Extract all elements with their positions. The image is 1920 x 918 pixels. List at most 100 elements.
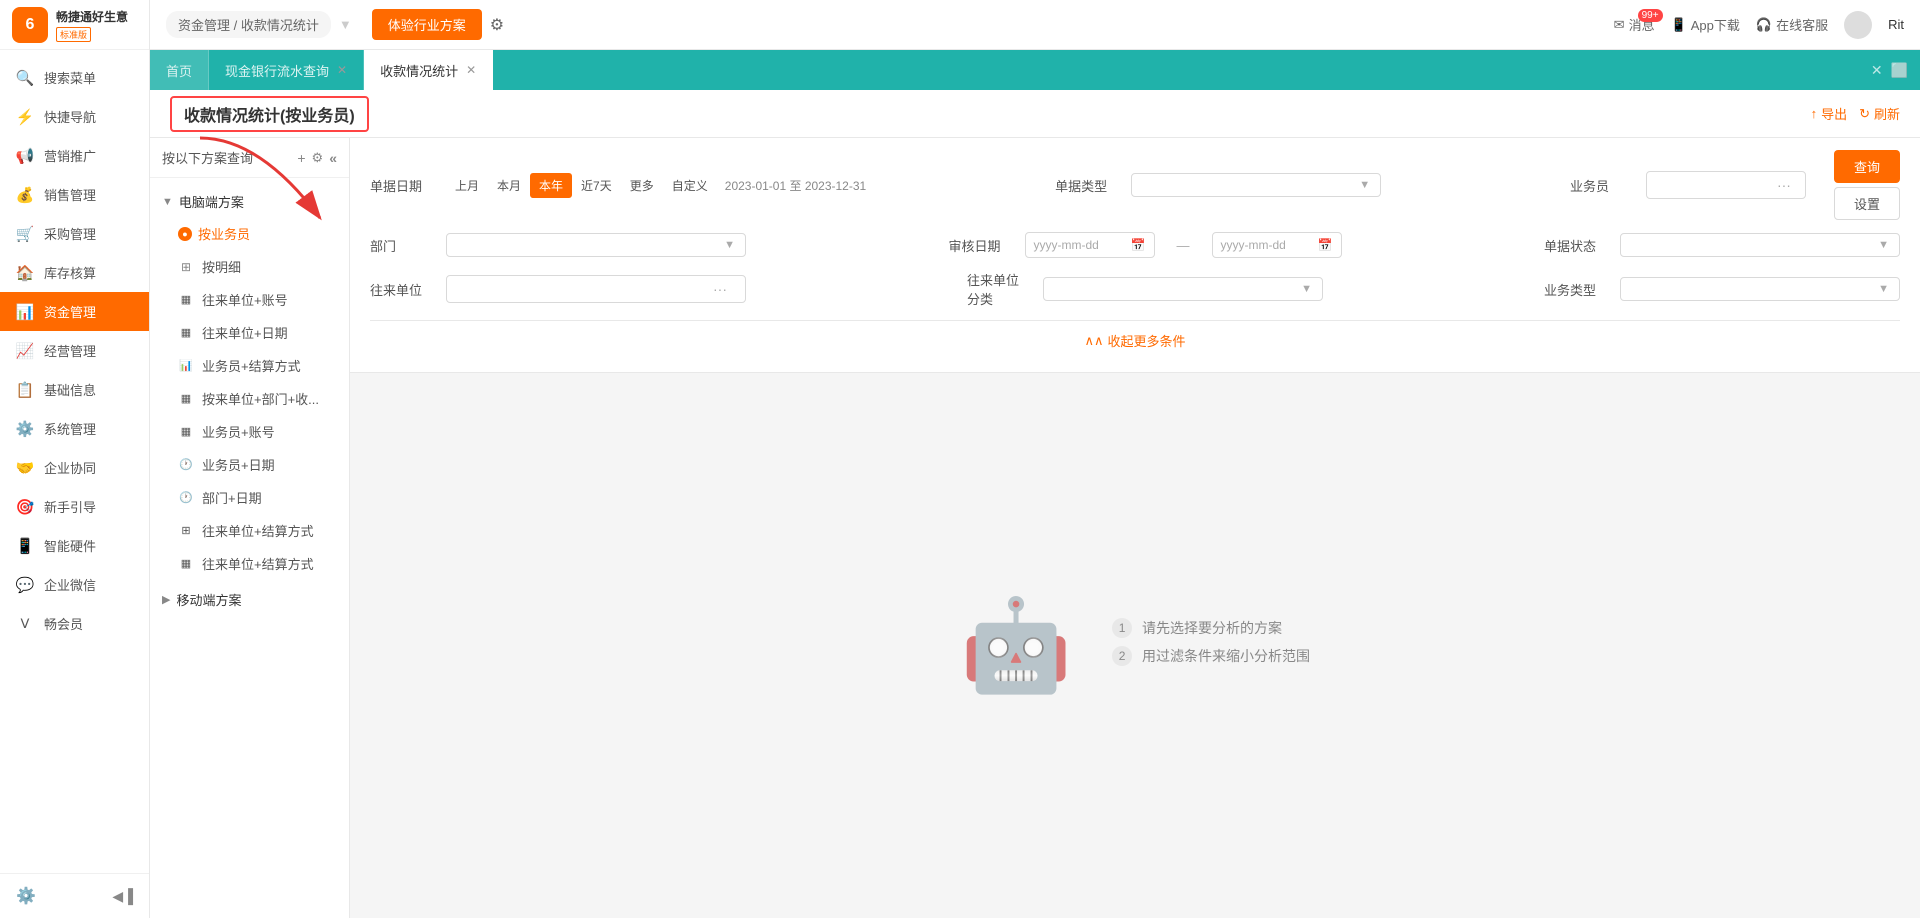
sidebar-label-finance: 资金管理 xyxy=(44,302,96,321)
sidebar-item-operation[interactable]: 📈 经营管理 xyxy=(0,331,149,370)
tree-item-salesperson-account[interactable]: ▦ 业务员+账号 xyxy=(150,415,349,448)
sidebar-item-inventory[interactable]: 🏠 库存核算 xyxy=(0,253,149,292)
guide-icon: 🎯 xyxy=(16,498,34,516)
tree-item-dd-label: 部门+日期 xyxy=(202,488,262,507)
refresh-button[interactable]: ↻ 刷新 xyxy=(1859,104,1900,123)
refresh-label: 刷新 xyxy=(1874,104,1900,123)
tree-item-counterpart-date[interactable]: ▦ 往来单位+日期 xyxy=(150,316,349,349)
empty-step-1: 1 请先选择要分析的方案 xyxy=(1112,618,1310,638)
sidebar: 6 畅捷通好生意 标准版 🔍 搜索菜单 ⚡ 快捷导航 📢 营销推广 💰 销售管理… xyxy=(0,0,150,918)
date-tab-prev-month[interactable]: 上月 xyxy=(446,173,488,198)
sidebar-label-purchase: 采购管理 xyxy=(44,224,96,243)
tree-item-salesperson-date[interactable]: 🕐 业务员+日期 xyxy=(150,448,349,481)
dept-select[interactable]: ▼ xyxy=(446,233,746,257)
app-download-button[interactable]: 📱 App下载 xyxy=(1671,15,1740,34)
tree-item-ca-label: 往来单位+账号 xyxy=(202,290,288,309)
message-button[interactable]: ✉ 消息 99+ xyxy=(1614,15,1655,34)
tree-item-sac-label: 业务员+账号 xyxy=(202,422,275,441)
tree-item-detail-label: 按明细 xyxy=(202,257,241,276)
right-panel: 单据日期 上月 本月 本年 近7天 更多 自定义 2023-01-01 至 20… xyxy=(350,138,1920,918)
user-avatar[interactable] xyxy=(1844,11,1872,39)
tree-item-salesperson-settle[interactable]: 📊 业务员+结算方式 xyxy=(150,349,349,382)
content-wrapper: 按以下方案查询 + ⚙ « ▼ 电脑端方案 ● 按业务员 ⊞ 按明细 xyxy=(150,138,1920,918)
tab-collection[interactable]: 收款情况统计 ✕ xyxy=(364,50,493,90)
filter-row-1: 单据日期 上月 本月 本年 近7天 更多 自定义 2023-01-01 至 20… xyxy=(370,150,1900,220)
tree-item-dept-date[interactable]: 🕐 部门+日期 xyxy=(150,481,349,514)
tree-item-counter-dept[interactable]: ▦ 按来单位+部门+收... xyxy=(150,382,349,415)
sidebar-item-marketing[interactable]: 📢 营销推广 xyxy=(0,136,149,175)
collapse-bar[interactable]: ∧∧ 收起更多条件 xyxy=(370,320,1900,360)
tree-item-counter-settle1[interactable]: ⊞ 往来单位+结算方式 xyxy=(150,514,349,547)
tree-item-counter-settle2[interactable]: ▦ 往来单位+结算方式 xyxy=(150,547,349,580)
sidebar-nav: 🔍 搜索菜单 ⚡ 快捷导航 📢 营销推广 💰 销售管理 🛒 采购管理 🏠 库存核… xyxy=(0,50,149,873)
date-tab-this-year[interactable]: 本年 xyxy=(530,173,572,198)
sidebar-footer: ⚙️ ◀▐ xyxy=(0,873,149,918)
export-icon: ↑ xyxy=(1811,106,1818,121)
collapse-icon: ∧∧ xyxy=(1084,333,1103,349)
tab-bank[interactable]: 现金银行流水查询 ✕ xyxy=(209,50,364,90)
tab-collection-close-icon[interactable]: ✕ xyxy=(466,63,476,77)
page-title: 收款情况统计(按业务员) xyxy=(170,96,369,132)
settings-button[interactable]: 设置 xyxy=(1834,187,1900,220)
counterpart-select[interactable]: ··· xyxy=(446,275,746,303)
scheme-settings-icon[interactable]: ⚙ xyxy=(312,150,324,166)
export-button[interactable]: ↑ 导出 xyxy=(1811,104,1848,123)
window-controls: ✕ ⬜ xyxy=(1859,62,1920,79)
date-tab-custom[interactable]: 自定义 xyxy=(663,173,717,198)
tree-group-mobile[interactable]: ▶ 移动端方案 xyxy=(150,584,349,615)
window-maximize-icon[interactable]: ⬜ xyxy=(1891,62,1908,79)
add-scheme-button[interactable]: + xyxy=(297,150,305,166)
sidebar-item-system[interactable]: ⚙️ 系统管理 xyxy=(0,409,149,448)
online-service-button[interactable]: 🎧 在线客服 xyxy=(1756,15,1828,34)
quicknav-icon: ⚡ xyxy=(16,108,34,126)
date-range-text: 2023-01-01 至 2023-12-31 xyxy=(725,177,866,194)
business-type-select[interactable]: ▼ xyxy=(1620,277,1900,301)
sidebar-item-wechat[interactable]: 💬 企业微信 xyxy=(0,565,149,604)
sidebar-item-purchase[interactable]: 🛒 采购管理 xyxy=(0,214,149,253)
query-button[interactable]: 查询 xyxy=(1834,150,1900,183)
tree-item-by-detail[interactable]: ⊞ 按明细 xyxy=(150,250,349,283)
tab-home[interactable]: 首页 xyxy=(150,50,209,90)
left-panel: 按以下方案查询 + ⚙ « ▼ 电脑端方案 ● 按业务员 ⊞ 按明细 xyxy=(150,138,350,918)
logo-text: 畅捷通好生意 标准版 xyxy=(56,8,128,42)
member-icon: Ⅴ xyxy=(16,615,34,633)
review-date-from[interactable]: yyyy-mm-dd 📅 xyxy=(1025,232,1155,258)
sidebar-item-finance[interactable]: 📊 资金管理 xyxy=(0,292,149,331)
tree-item-by-salesperson[interactable]: ● 按业务员 xyxy=(150,217,349,250)
counterpart-category-select[interactable]: ▼ xyxy=(1043,277,1323,301)
collapse-panel-icon[interactable]: « xyxy=(329,150,337,166)
date-tab-more[interactable]: 更多 xyxy=(621,173,663,198)
sidebar-item-guide[interactable]: 🎯 新手引导 xyxy=(0,487,149,526)
sidebar-item-sales[interactable]: 💰 销售管理 xyxy=(0,175,149,214)
counterpart-label: 往来单位 xyxy=(370,280,430,299)
sidebar-item-enterprise[interactable]: 🤝 企业协同 xyxy=(0,448,149,487)
footer-collapse-icon[interactable]: ◀▐ xyxy=(112,888,133,905)
review-date-to[interactable]: yyyy-mm-dd 📅 xyxy=(1212,232,1342,258)
download-label: App下载 xyxy=(1691,15,1740,34)
sidebar-item-member[interactable]: Ⅴ 畅会员 xyxy=(0,604,149,643)
breadcrumb-area: 资金管理 / 收款情况统计 ▼ 体验行业方案 ⚙ xyxy=(166,9,1614,40)
tree-group-pc[interactable]: ▼ 电脑端方案 xyxy=(150,186,349,217)
counterpart-more-icon[interactable]: ··· xyxy=(713,281,727,297)
date-tab-last7[interactable]: 近7天 xyxy=(572,173,621,198)
window-close-icon[interactable]: ✕ xyxy=(1871,62,1883,79)
salesperson-more-icon[interactable]: ··· xyxy=(1777,177,1791,193)
sidebar-item-search[interactable]: 🔍 搜索菜单 xyxy=(0,58,149,97)
app-logo: 6 畅捷通好生意 标准版 xyxy=(0,0,149,50)
sidebar-item-hardware[interactable]: 📱 智能硬件 xyxy=(0,526,149,565)
doc-status-select[interactable]: ▼ xyxy=(1620,233,1900,257)
footer-settings-icon[interactable]: ⚙️ xyxy=(16,886,36,906)
header-settings-icon[interactable]: ⚙ xyxy=(490,15,504,35)
tree-item-counterpart-account[interactable]: ▦ 往来单位+账号 xyxy=(150,283,349,316)
salesperson-select[interactable]: ··· xyxy=(1646,171,1806,199)
date-tab-this-month[interactable]: 本月 xyxy=(488,173,530,198)
dept-label: 部门 xyxy=(370,236,430,255)
doc-type-select[interactable]: ▼ xyxy=(1131,173,1381,197)
top-header: 资金管理 / 收款情况统计 ▼ 体验行业方案 ⚙ ✉ 消息 99+ 📱 App下… xyxy=(150,0,1920,50)
trial-button[interactable]: 体验行业方案 xyxy=(372,9,482,40)
sidebar-item-basicinfo[interactable]: 📋 基础信息 xyxy=(0,370,149,409)
tab-bank-close-icon[interactable]: ✕ xyxy=(337,63,347,77)
operation-icon: 📈 xyxy=(16,342,34,360)
sidebar-item-quicknav[interactable]: ⚡ 快捷导航 xyxy=(0,97,149,136)
marketing-icon: 📢 xyxy=(16,147,34,165)
